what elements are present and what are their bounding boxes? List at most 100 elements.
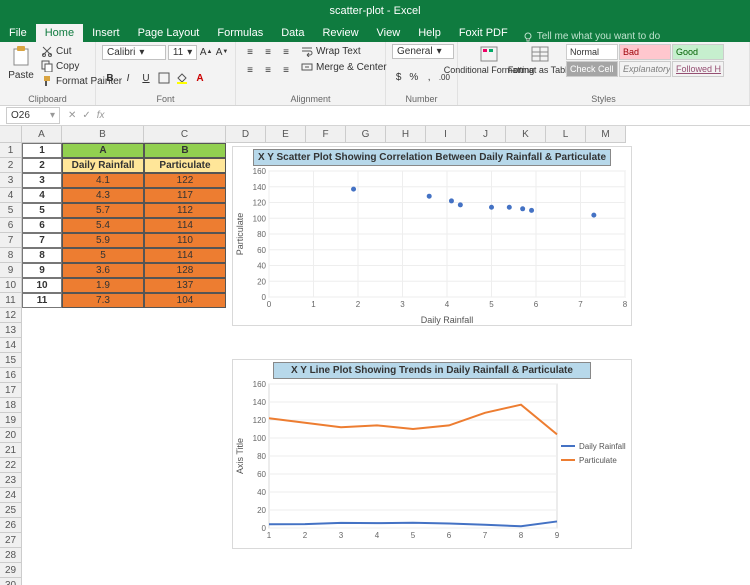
data-cell[interactable]: 4.3 [62, 188, 144, 203]
row-header[interactable]: 17 [0, 383, 22, 398]
fill-color-button[interactable] [174, 70, 190, 86]
table-subheader[interactable]: Daily Rainfall [62, 158, 144, 173]
align-middle-button[interactable]: ≡ [260, 44, 276, 60]
data-cell[interactable]: 137 [144, 278, 226, 293]
currency-button[interactable]: $ [392, 70, 405, 86]
tab-file[interactable]: File [0, 24, 36, 42]
col-header[interactable]: E [266, 126, 306, 143]
row-header[interactable]: 21 [0, 443, 22, 458]
row-header[interactable]: 18 [0, 398, 22, 413]
row-index-cell[interactable]: 11 [22, 293, 62, 308]
tab-home[interactable]: Home [36, 24, 83, 42]
bold-button[interactable]: B [102, 70, 118, 86]
table-header[interactable]: B [144, 143, 226, 158]
borders-button[interactable] [156, 70, 172, 86]
row-header[interactable]: 7 [0, 233, 22, 248]
number-format-select[interactable]: General▾ [392, 44, 454, 59]
conditional-formatting-button[interactable]: Conditional Formatting [464, 44, 514, 76]
data-cell[interactable]: 112 [144, 203, 226, 218]
data-cell[interactable]: 5 [62, 248, 144, 263]
increase-font-button[interactable]: A▲ [199, 44, 213, 60]
table-header[interactable]: A [62, 143, 144, 158]
style-normal[interactable]: Normal [566, 44, 618, 60]
row-header[interactable]: 1 [0, 143, 22, 158]
col-header[interactable]: G [346, 126, 386, 143]
row-header[interactable]: 27 [0, 533, 22, 548]
font-name-select[interactable]: Calibri▾ [102, 45, 166, 60]
row-header[interactable]: 22 [0, 458, 22, 473]
row-header[interactable]: 12 [0, 308, 22, 323]
data-cell[interactable]: 104 [144, 293, 226, 308]
row-index-cell[interactable]: 10 [22, 278, 62, 293]
font-size-select[interactable]: 11▾ [168, 45, 197, 60]
row-header[interactable]: 25 [0, 503, 22, 518]
decrease-font-button[interactable]: A▼ [215, 44, 229, 60]
merge-center-button[interactable]: Merge & Center [298, 60, 390, 74]
spreadsheet-grid[interactable]: ABCDEFGHIJKLM 12345678910111213141516171… [0, 126, 750, 585]
row-header[interactable]: 11 [0, 293, 22, 308]
wrap-text-button[interactable]: Wrap Text [298, 44, 390, 58]
data-cell[interactable]: 1.9 [62, 278, 144, 293]
col-header[interactable]: A [22, 126, 62, 143]
row-header[interactable]: 4 [0, 188, 22, 203]
format-as-table-button[interactable]: Format as Table [518, 44, 562, 76]
tab-view[interactable]: View [368, 24, 410, 42]
data-cell[interactable]: 110 [144, 233, 226, 248]
row-header[interactable]: 14 [0, 338, 22, 353]
font-color-button[interactable]: A [192, 70, 208, 86]
row-header[interactable]: 6 [0, 218, 22, 233]
col-header[interactable]: H [386, 126, 426, 143]
row-header[interactable]: 28 [0, 548, 22, 563]
row-header[interactable]: 5 [0, 203, 22, 218]
tell-me[interactable]: Tell me what you want to do [523, 31, 660, 42]
percent-button[interactable]: % [407, 70, 420, 86]
style-explan[interactable]: Explanatory ... [619, 61, 671, 77]
row-header[interactable]: 19 [0, 413, 22, 428]
col-header[interactable]: L [546, 126, 586, 143]
enter-icon[interactable]: ✓ [82, 110, 90, 121]
data-cell[interactable]: 4.1 [62, 173, 144, 188]
underline-button[interactable]: U [138, 70, 154, 86]
data-cell[interactable]: 114 [144, 218, 226, 233]
row-header[interactable]: 3 [0, 173, 22, 188]
row-index-cell[interactable]: 7 [22, 233, 62, 248]
cancel-icon[interactable]: ✕ [68, 110, 76, 121]
align-left-button[interactable]: ≡ [242, 62, 258, 78]
row-index-cell[interactable]: 4 [22, 188, 62, 203]
align-top-button[interactable]: ≡ [242, 44, 258, 60]
data-cell[interactable]: 5.4 [62, 218, 144, 233]
tab-insert[interactable]: Insert [83, 24, 129, 42]
align-center-button[interactable]: ≡ [260, 62, 276, 78]
col-header[interactable]: K [506, 126, 546, 143]
row-index-cell[interactable]: 6 [22, 218, 62, 233]
scatter-chart[interactable]: X Y Scatter Plot Showing Correlation Bet… [232, 146, 632, 326]
row-header[interactable]: 2 [0, 158, 22, 173]
row-index-cell[interactable]: 1 [22, 143, 62, 158]
row-index-cell[interactable]: 3 [22, 173, 62, 188]
name-box[interactable]: O26▾ [6, 107, 60, 124]
row-header[interactable]: 26 [0, 518, 22, 533]
data-cell[interactable]: 117 [144, 188, 226, 203]
data-cell[interactable]: 7.3 [62, 293, 144, 308]
style-followed[interactable]: Followed H [672, 61, 724, 77]
align-bottom-button[interactable]: ≡ [278, 44, 294, 60]
row-header[interactable]: 23 [0, 473, 22, 488]
align-right-button[interactable]: ≡ [278, 62, 294, 78]
tab-pagelayout[interactable]: Page Layout [129, 24, 209, 42]
comma-button[interactable]: , [423, 70, 436, 86]
style-good[interactable]: Good [672, 44, 724, 60]
row-header[interactable]: 29 [0, 563, 22, 578]
row-header[interactable]: 30 [0, 578, 22, 585]
row-header[interactable]: 15 [0, 353, 22, 368]
data-cell[interactable]: 114 [144, 248, 226, 263]
row-header[interactable]: 24 [0, 488, 22, 503]
row-header[interactable]: 9 [0, 263, 22, 278]
data-cell[interactable]: 5.9 [62, 233, 144, 248]
data-cell[interactable]: 5.7 [62, 203, 144, 218]
col-header[interactable]: D [226, 126, 266, 143]
col-header[interactable]: M [586, 126, 626, 143]
fx-icon[interactable]: fx [97, 110, 105, 121]
row-header[interactable]: 16 [0, 368, 22, 383]
data-cell[interactable]: 3.6 [62, 263, 144, 278]
tab-data[interactable]: Data [272, 24, 313, 42]
